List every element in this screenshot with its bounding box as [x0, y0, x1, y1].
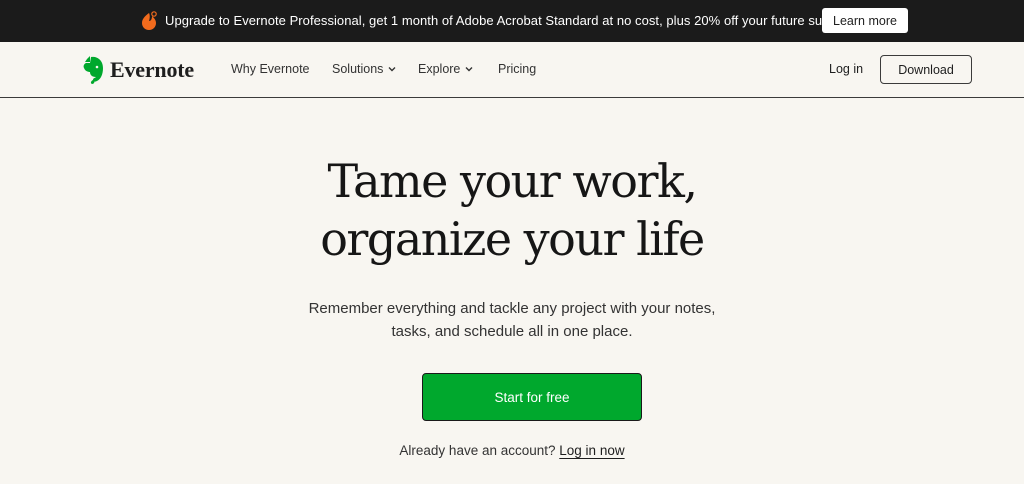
chevron-down-icon [388, 67, 396, 72]
hero-title-line-2: organize your life [320, 212, 705, 266]
evernote-logo[interactable]: Evernote [80, 54, 194, 86]
download-button[interactable]: Download [880, 55, 972, 84]
nav-pricing[interactable]: Pricing [498, 62, 536, 76]
evernote-elephant-icon [83, 56, 103, 84]
log-in-now-link[interactable]: Log in now [559, 443, 624, 458]
chevron-down-icon [465, 67, 473, 72]
nav-solutions[interactable]: Solutions [332, 62, 397, 76]
login-link[interactable]: Log in [829, 62, 863, 76]
nav-solutions-label: Solutions [332, 62, 384, 76]
acrobat-flame-icon [142, 11, 157, 30]
logo-text: Evernote [110, 57, 194, 82]
hero-subtitle: Remember everything and tackle any proje… [0, 297, 1024, 343]
hero-title: Tame your work, organize your life [0, 152, 1024, 268]
hero-title-line-1: Tame your work, [327, 154, 698, 208]
nav-pricing-label: Pricing [498, 62, 537, 76]
learn-more-button[interactable]: Learn more [822, 8, 908, 33]
nav-why-evernote-label: Why Evernote [231, 62, 310, 76]
promo-banner: Upgrade to Evernote Professional, get 1 … [0, 0, 1024, 42]
nav-why-evernote[interactable]: Why Evernote [231, 62, 310, 76]
start-for-free-button[interactable]: Start for free [422, 373, 642, 421]
nav-explore[interactable]: Explore [418, 62, 474, 76]
hero-subtitle-line-2: tasks, and schedule all in one place. [391, 323, 633, 340]
top-navigation: Evernote Why Evernote Solutions Explore … [0, 42, 1024, 98]
promo-text: Upgrade to Evernote Professional, get 1 … [165, 13, 882, 28]
nav-explore-label: Explore [418, 62, 461, 76]
hero-subtitle-line-1: Remember everything and tackle any proje… [308, 300, 716, 317]
account-prompt-text: Already have an account? [399, 443, 556, 458]
account-prompt-line: Already have an account? Log in now [0, 443, 1024, 458]
